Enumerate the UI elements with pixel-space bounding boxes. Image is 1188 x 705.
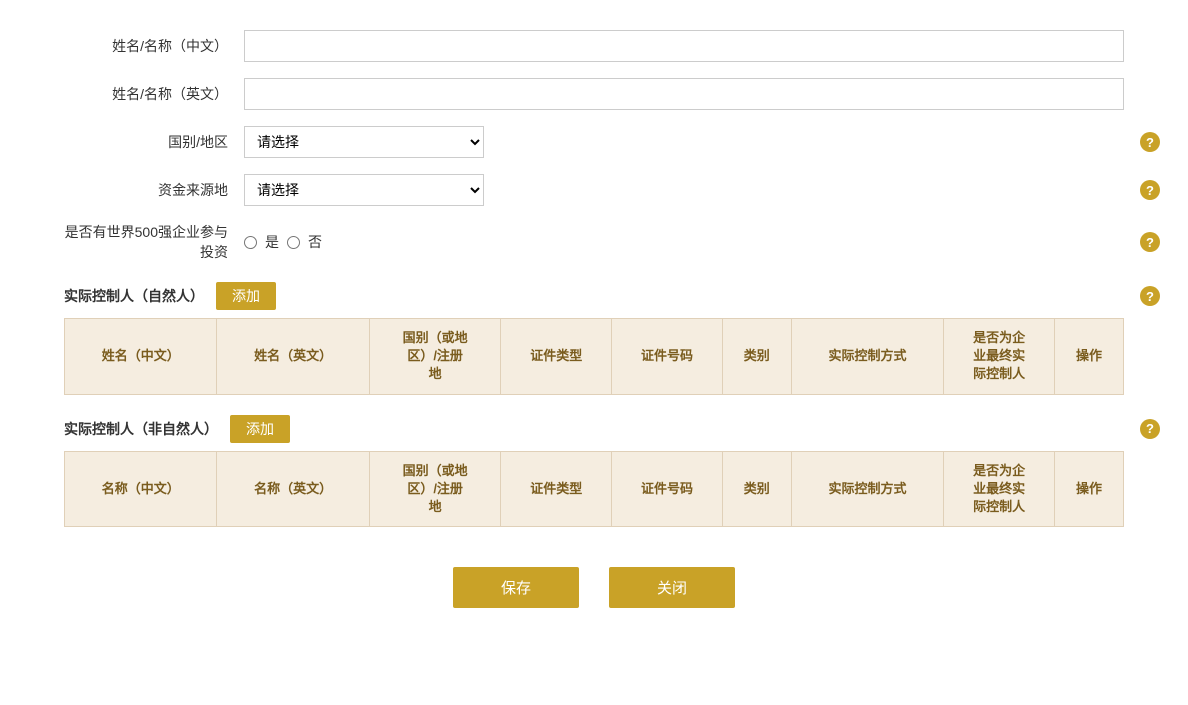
name-cn-label: 姓名/名称（中文）	[64, 36, 244, 56]
fortune500-no-label[interactable]: 否	[308, 232, 322, 252]
col-operation: 操作	[1054, 319, 1123, 395]
col-name-cn-2: 名称（中文）	[65, 451, 217, 527]
country-help-icon[interactable]: ?	[1140, 132, 1160, 152]
fund-source-select[interactable]: 请选择	[244, 174, 484, 206]
main-container: 姓名/名称（中文） 姓名/名称（英文） 国别/地区 请选择 ? 资金来源地 请选…	[64, 30, 1124, 628]
natural-person-table: 姓名（中文） 姓名（英文） 国别（或地区）/注册地 证件类型 证件号码 类别 实…	[64, 318, 1124, 395]
col-category: 类别	[722, 319, 791, 395]
name-cn-input[interactable]	[244, 30, 1124, 62]
col-category-2: 类别	[722, 451, 791, 527]
natural-person-add-button[interactable]: 添加	[216, 282, 276, 310]
col-cert-no-2: 证件号码	[612, 451, 723, 527]
non-natural-person-table-header-row: 名称（中文） 名称（英文） 国别（或地区）/注册地 证件类型 证件号码 类别 实…	[65, 451, 1124, 527]
col-country-2: 国别（或地区）/注册地	[369, 451, 501, 527]
col-control-method: 实际控制方式	[791, 319, 943, 395]
natural-person-table-header-row: 姓名（中文） 姓名（英文） 国别（或地区）/注册地 证件类型 证件号码 类别 实…	[65, 319, 1124, 395]
col-cert-type: 证件类型	[501, 319, 612, 395]
non-natural-person-help-icon[interactable]: ?	[1140, 419, 1160, 439]
fortune500-no-radio[interactable]	[287, 236, 300, 249]
bottom-buttons: 保存 关闭	[64, 567, 1124, 608]
natural-person-help-icon[interactable]: ?	[1140, 286, 1160, 306]
fortune500-help-icon[interactable]: ?	[1140, 232, 1160, 252]
save-button[interactable]: 保存	[453, 567, 579, 608]
name-en-label: 姓名/名称（英文）	[64, 84, 244, 104]
col-cert-no: 证件号码	[612, 319, 723, 395]
natural-person-header: 实际控制人（自然人） 添加 ?	[64, 282, 1124, 310]
fund-source-row: 资金来源地 请选择 ?	[64, 174, 1124, 206]
fortune500-yes-label[interactable]: 是	[265, 232, 279, 252]
non-natural-person-add-button[interactable]: 添加	[230, 415, 290, 443]
fortune500-yes-radio[interactable]	[244, 236, 257, 249]
fortune500-row: 是否有世界500强企业参与投资 是 否 ?	[64, 222, 1124, 262]
col-ultimate-controller: 是否为企业最终实际控制人	[944, 319, 1055, 395]
col-name-en-2: 名称（英文）	[217, 451, 369, 527]
country-row: 国别/地区 请选择 ?	[64, 126, 1124, 158]
col-operation-2: 操作	[1054, 451, 1123, 527]
col-cert-type-2: 证件类型	[501, 451, 612, 527]
non-natural-person-header: 实际控制人（非自然人） 添加 ?	[64, 415, 1124, 443]
non-natural-person-title: 实际控制人（非自然人）	[64, 419, 218, 439]
country-label: 国别/地区	[64, 132, 244, 152]
col-name-cn: 姓名（中文）	[65, 319, 217, 395]
natural-person-title: 实际控制人（自然人）	[64, 286, 204, 306]
fortune500-radio-group: 是 否	[244, 232, 322, 252]
col-country: 国别（或地区）/注册地	[369, 319, 501, 395]
col-control-method-2: 实际控制方式	[791, 451, 943, 527]
close-button[interactable]: 关闭	[609, 567, 735, 608]
fortune500-label: 是否有世界500强企业参与投资	[64, 222, 244, 262]
col-name-en: 姓名（英文）	[217, 319, 369, 395]
fund-source-label: 资金来源地	[64, 180, 244, 200]
non-natural-person-table: 名称（中文） 名称（英文） 国别（或地区）/注册地 证件类型 证件号码 类别 实…	[64, 451, 1124, 528]
col-ultimate-controller-2: 是否为企业最终实际控制人	[944, 451, 1055, 527]
fund-source-help-icon[interactable]: ?	[1140, 180, 1160, 200]
country-select[interactable]: 请选择	[244, 126, 484, 158]
name-en-row: 姓名/名称（英文）	[64, 78, 1124, 110]
name-cn-row: 姓名/名称（中文）	[64, 30, 1124, 62]
name-en-input[interactable]	[244, 78, 1124, 110]
